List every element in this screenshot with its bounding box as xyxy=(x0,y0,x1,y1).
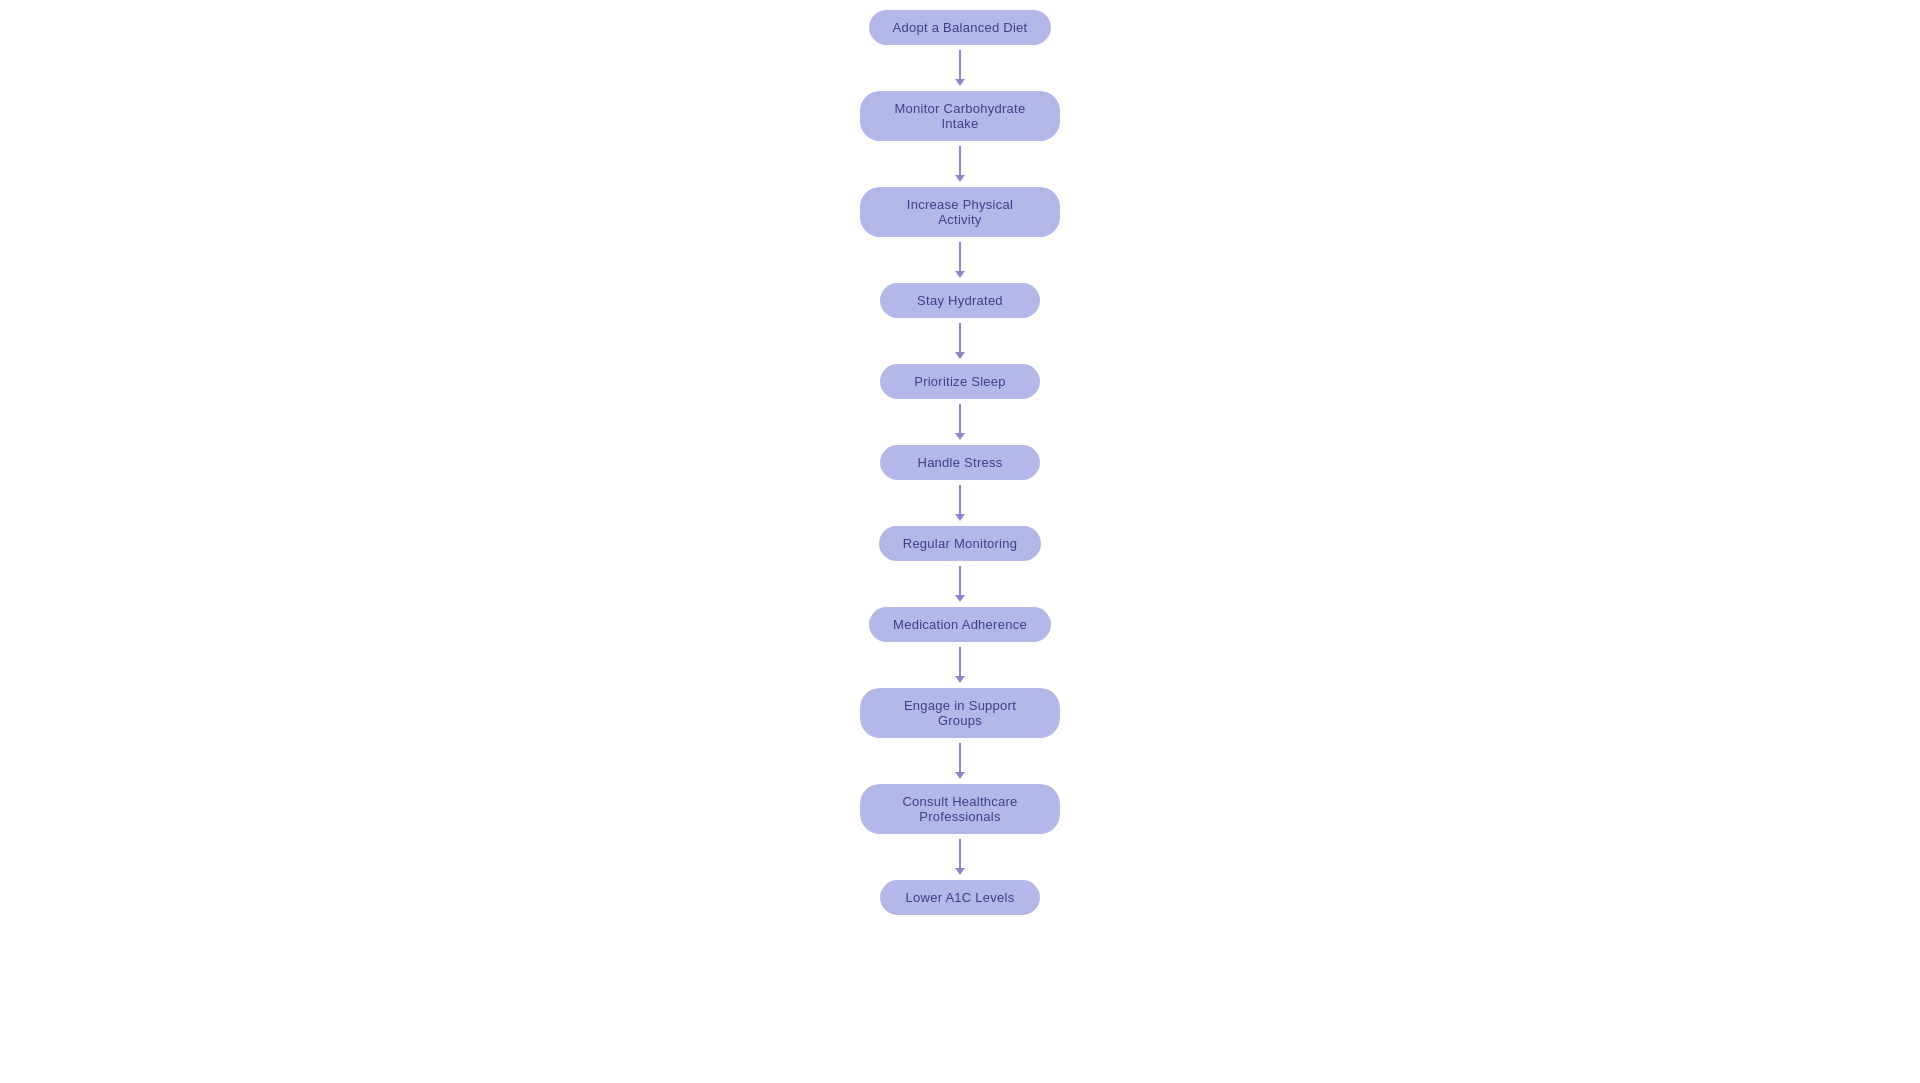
flow-arrow-0 xyxy=(955,45,965,91)
flow-node-lower-a1c-levels[interactable]: Lower A1C Levels xyxy=(880,880,1040,915)
flow-arrow-2 xyxy=(955,237,965,283)
flow-node-handle-stress[interactable]: Handle Stress xyxy=(880,445,1040,480)
flow-node-engage-support-groups[interactable]: Engage in Support Groups xyxy=(860,688,1060,738)
flow-arrow-3 xyxy=(955,318,965,364)
flow-arrow-7 xyxy=(955,642,965,688)
flow-node-increase-physical-activity[interactable]: Increase Physical Activity xyxy=(860,187,1060,237)
flow-node-prioritize-sleep[interactable]: Prioritize Sleep xyxy=(880,364,1040,399)
flow-arrow-8 xyxy=(955,738,965,784)
flow-node-medication-adherence[interactable]: Medication Adherence xyxy=(869,607,1051,642)
flow-node-monitor-carbohydrate-intake[interactable]: Monitor Carbohydrate Intake xyxy=(860,91,1060,141)
flow-node-adopt-balanced-diet[interactable]: Adopt a Balanced Diet xyxy=(869,10,1052,45)
flow-arrow-4 xyxy=(955,399,965,445)
flow-node-consult-healthcare-professionals[interactable]: Consult Healthcare Professionals xyxy=(860,784,1060,834)
flow-arrow-9 xyxy=(955,834,965,880)
flow-node-stay-hydrated[interactable]: Stay Hydrated xyxy=(880,283,1040,318)
flow-arrow-6 xyxy=(955,561,965,607)
flow-arrow-1 xyxy=(955,141,965,187)
flowchart: Adopt a Balanced Diet Monitor Carbohydrat… xyxy=(0,0,1920,915)
flow-node-regular-monitoring[interactable]: Regular Monitoring xyxy=(879,526,1042,561)
flow-arrow-5 xyxy=(955,480,965,526)
